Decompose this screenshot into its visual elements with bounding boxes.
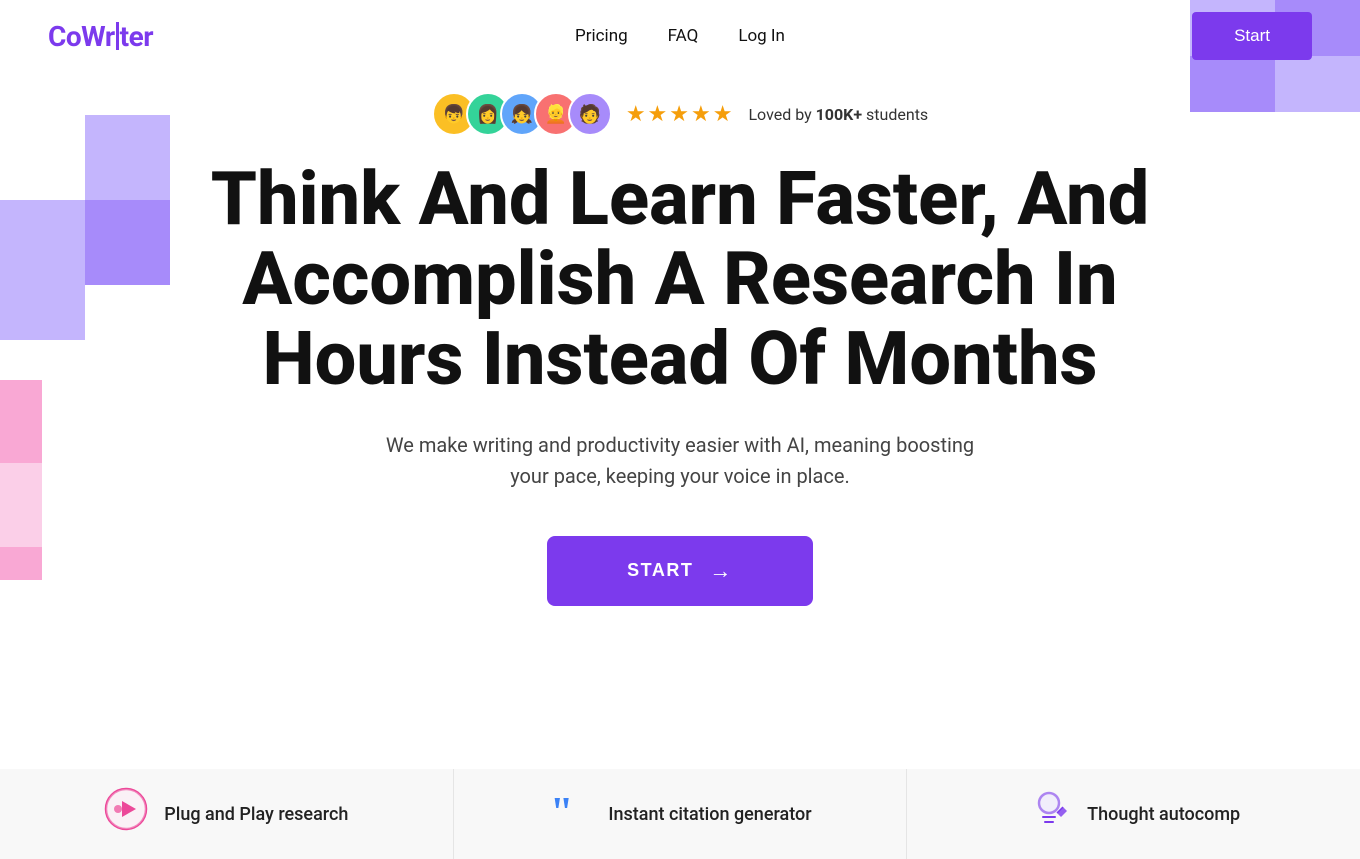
logo-text2: ter xyxy=(120,20,153,53)
feature-item-2: Thought autocomp xyxy=(907,769,1360,859)
avatar-5: 🧑 xyxy=(568,92,612,136)
feature-label-1: Instant citation generator xyxy=(608,804,811,825)
avatar-group: 👦 👩 👧 👱 🧑 xyxy=(432,92,612,136)
feature-label-0: Plug and Play research xyxy=(164,804,348,825)
social-suffix: students xyxy=(862,105,928,124)
nav-links: Pricing FAQ Log In xyxy=(575,26,785,46)
nav-link-faq[interactable]: FAQ xyxy=(668,26,699,46)
logo-cursor xyxy=(116,22,119,50)
social-proof: 👦 👩 👧 👱 🧑 ★★★★★ Loved by 100K+ students xyxy=(432,92,928,136)
cta-arrow-icon: → xyxy=(709,558,733,584)
feature-icon-0 xyxy=(104,787,148,841)
cta-label: START xyxy=(627,560,693,581)
feature-icon-1: " xyxy=(548,788,592,840)
hero-subheadline: We make writing and productivity easier … xyxy=(380,430,980,492)
stars: ★★★★★ xyxy=(626,102,735,127)
star-rating: ★★★★★ xyxy=(626,102,735,127)
feature-label-2: Thought autocomp xyxy=(1087,804,1240,825)
nav-link-login[interactable]: Log In xyxy=(738,26,785,46)
hero-cta-button[interactable]: START → xyxy=(547,536,813,606)
hero-section: 👦 👩 👧 👱 🧑 ★★★★★ Loved by 100K+ students … xyxy=(0,72,1360,646)
navbar: CoWrter Pricing FAQ Log In Start xyxy=(0,0,1360,72)
social-prefix: Loved by xyxy=(748,105,815,124)
svg-text:": " xyxy=(550,790,573,832)
logo-text1: CoWr xyxy=(48,20,115,53)
nav-link-pricing[interactable]: Pricing xyxy=(575,26,628,46)
nav-start-button[interactable]: Start xyxy=(1192,12,1312,60)
feature-icon-2 xyxy=(1027,787,1071,841)
hero-headline: Think And Learn Faster, And Accomplish A… xyxy=(180,160,1180,400)
feature-item-1: " Instant citation generator xyxy=(454,769,908,859)
social-text: Loved by 100K+ students xyxy=(748,105,928,124)
logo: CoWrter xyxy=(48,20,153,53)
features-strip: Plug and Play research " Instant citatio… xyxy=(0,769,1360,859)
feature-item-0: Plug and Play research xyxy=(0,769,454,859)
social-bold: 100K+ xyxy=(816,105,862,124)
